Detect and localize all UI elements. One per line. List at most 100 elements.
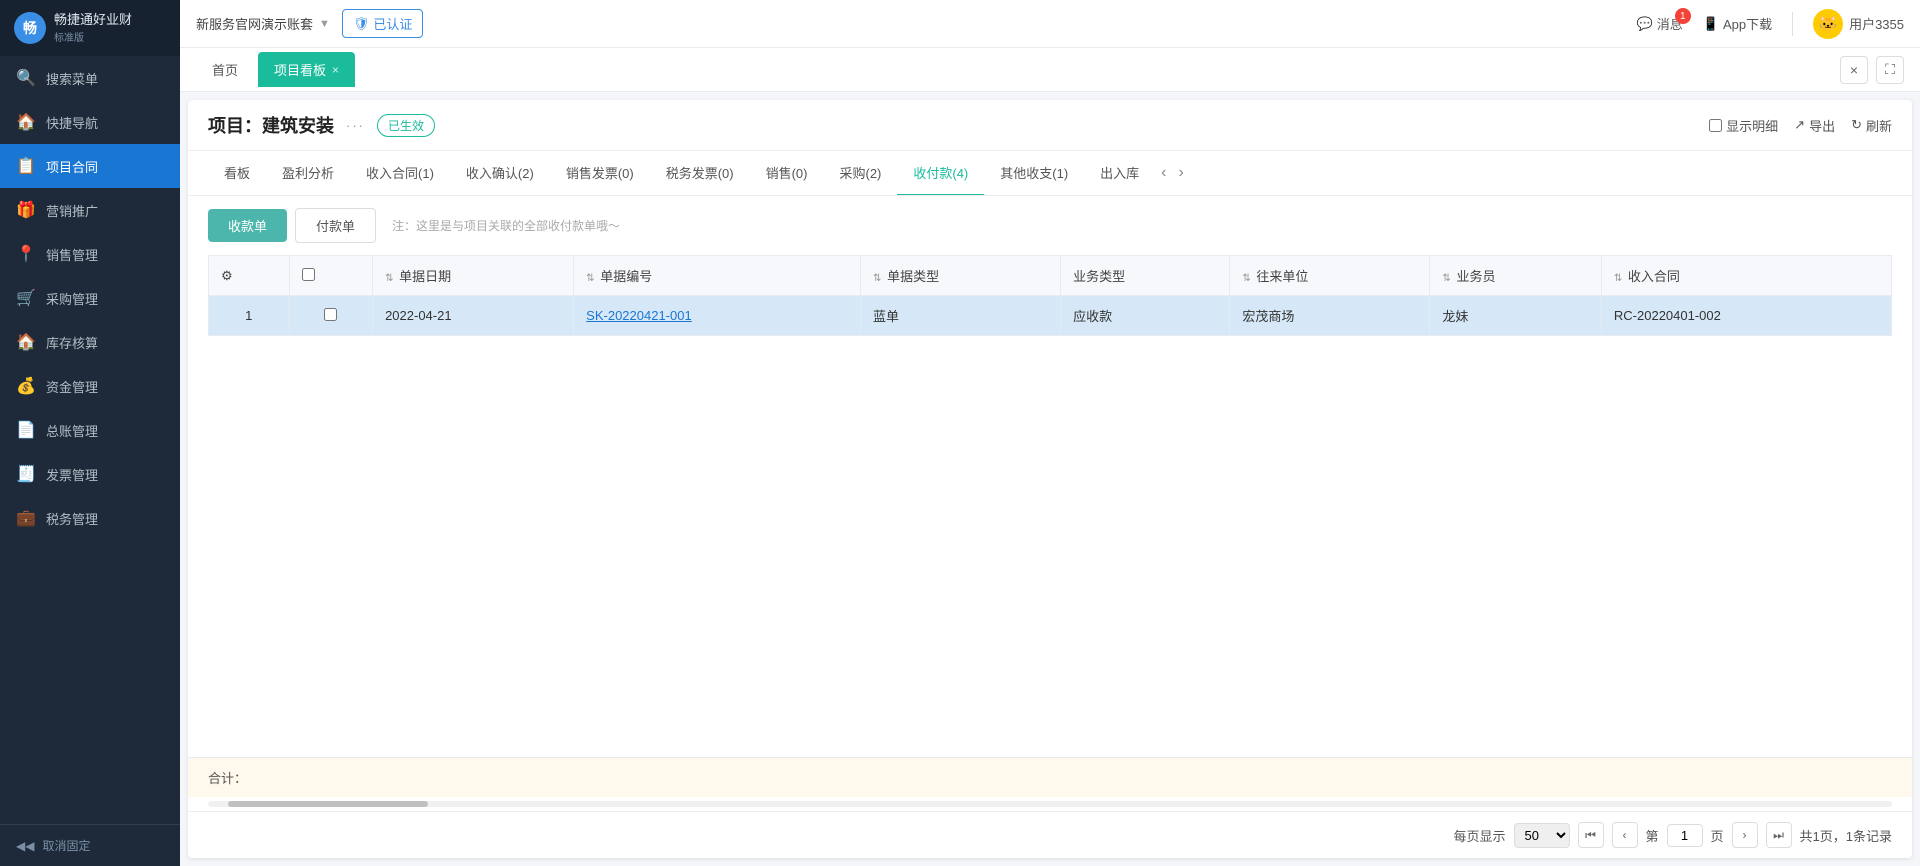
row-checkbox[interactable] [289, 296, 373, 336]
row-salesperson: 龙妹 [1430, 296, 1601, 336]
topbar-project-selector[interactable]: 新服务官网演示账套 ▼ [196, 14, 330, 33]
cart-icon: 🛒 [16, 288, 36, 308]
select-all-checkbox[interactable] [302, 268, 315, 281]
sidebar-label-tax: 税务管理 [46, 509, 98, 528]
export-button[interactable]: ↗ 导出 [1794, 116, 1835, 135]
scrollbar-thumb[interactable] [228, 801, 428, 807]
sidebar-item-tax[interactable]: 💼 税务管理 [0, 496, 180, 540]
messages-button[interactable]: 💬 消息 1 [1637, 14, 1683, 33]
pin-icon: 📍 [16, 244, 36, 264]
sidebar-item-ledger[interactable]: 📄 总账管理 [0, 408, 180, 452]
content-area: 项目：建筑安装 ··· 已生效 显示明细 ↗ 导出 ↻ 刷新 [188, 100, 1912, 858]
show-detail-input[interactable] [1709, 119, 1722, 132]
sort-icon-date: ⇅ [385, 273, 393, 284]
horizontal-scrollbar[interactable] [188, 797, 1912, 811]
payments-tab-button[interactable]: 付款单 [295, 208, 376, 243]
user-menu[interactable]: 🐱 用户3355 [1813, 9, 1904, 39]
subtab-note: 注：这里是与项目关联的全部收付款单哦～ [392, 217, 620, 234]
subnav-tax-invoice[interactable]: 税务发票(0) [650, 151, 750, 196]
subnav-prev-arrow[interactable]: ‹ [1155, 156, 1172, 190]
refresh-icon: ↻ [1851, 117, 1862, 133]
sidebar-item-sales[interactable]: 📍 销售管理 [0, 232, 180, 276]
subnav: 看板 盈利分析 收入合同(1) 收入确认(2) 销售发票(0) 税务发票(0) … [188, 151, 1912, 196]
certified-label: 已认证 [373, 14, 412, 33]
sort-icon-number: ⇅ [586, 273, 594, 284]
per-page-select[interactable]: 50 20 100 [1514, 823, 1570, 848]
sidebar-item-finance[interactable]: 💰 资金管理 [0, 364, 180, 408]
sidebar-label-shortcut: 快捷导航 [46, 113, 98, 132]
tab-project-board[interactable]: 项目看板 × [258, 52, 355, 87]
sidebar-label-marketing: 营销推广 [46, 201, 98, 220]
row-select-checkbox[interactable] [324, 308, 337, 321]
sidebar: 畅 畅捷通好业财 标准版 🔍 搜索菜单 🏠 快捷导航 📋 项目合同 🎁 营销推广… [0, 0, 180, 866]
th-settings[interactable]: ⚙ [209, 256, 290, 296]
expand-window-button[interactable]: ⛶ [1876, 56, 1904, 84]
row-number[interactable]: SK-20220421-001 [574, 296, 861, 336]
th-date[interactable]: ⇅ 单据日期 [373, 256, 574, 296]
sidebar-item-shortcut[interactable]: 🏠 快捷导航 [0, 100, 180, 144]
row-type: 蓝单 [861, 296, 1061, 336]
prev-page-button[interactable]: ‹ [1612, 822, 1638, 848]
sidebar-label-invoice: 发票管理 [46, 465, 98, 484]
shield-icon: 🛡 [353, 16, 370, 32]
show-detail-checkbox[interactable]: 显示明细 [1709, 116, 1778, 135]
table-wrapper: ⚙ ⇅ 单据日期 ⇅ 单据编号 ⇅ 单据类型 [188, 255, 1912, 757]
th-type[interactable]: ⇅ 单据类型 [861, 256, 1061, 296]
subnav-sales-invoice[interactable]: 销售发票(0) [550, 151, 650, 196]
receivables-tab-button[interactable]: 收款单 [208, 209, 287, 242]
sidebar-item-project[interactable]: 📋 项目合同 [0, 144, 180, 188]
sidebar-label-finance: 资金管理 [46, 377, 98, 396]
show-detail-label: 显示明细 [1726, 116, 1778, 135]
sidebar-unpin[interactable]: ◀◀ 取消固定 [0, 824, 180, 866]
th-biz-type: 业务类型 [1061, 256, 1230, 296]
page-input[interactable] [1667, 824, 1703, 847]
tab-project-board-label: 项目看板 [274, 60, 326, 79]
tab-home[interactable]: 首页 [196, 52, 254, 87]
subnav-purchase[interactable]: 采购(2) [823, 151, 897, 196]
more-options-button[interactable]: ··· [346, 118, 365, 133]
subnav-income-contract[interactable]: 收入合同(1) [350, 151, 450, 196]
project-name: 建筑安装 [262, 116, 334, 136]
th-partner[interactable]: ⇅ 往来单位 [1230, 256, 1430, 296]
sidebar-label-search: 搜索菜单 [46, 69, 98, 88]
tax-icon: 💼 [16, 508, 36, 528]
last-page-button[interactable]: ⏭ [1766, 822, 1792, 848]
subnav-inout[interactable]: 出入库 [1084, 151, 1155, 196]
page-suffix: 页 [1711, 826, 1724, 845]
subnav-other-income[interactable]: 其他收支(1) [984, 151, 1084, 196]
close-window-button[interactable]: × [1840, 56, 1868, 84]
th-number[interactable]: ⇅ 单据编号 [574, 256, 861, 296]
app-download-button[interactable]: 📱 App下载 [1703, 14, 1772, 33]
subnav-income-confirm[interactable]: 收入确认(2) [450, 151, 550, 196]
sidebar-item-marketing[interactable]: 🎁 营销推广 [0, 188, 180, 232]
subnav-profit[interactable]: 盈利分析 [266, 151, 350, 196]
close-tab-icon[interactable]: × [332, 63, 339, 77]
app-download-label: App下载 [1723, 14, 1772, 33]
sidebar-item-search[interactable]: 🔍 搜索菜单 [0, 56, 180, 100]
sidebar-item-purchase[interactable]: 🛒 采购管理 [0, 276, 180, 320]
main-area: 新服务官网演示账套 ▼ 🛡 已认证 💬 消息 1 📱 App下载 🐱 用户335… [180, 0, 1920, 866]
home-icon: 🏠 [16, 112, 36, 132]
message-icon: 💬 [1637, 16, 1653, 32]
table-footer: 合计： [188, 757, 1912, 797]
subnav-sales[interactable]: 销售(0) [750, 151, 824, 196]
refresh-button[interactable]: ↻ 刷新 [1851, 116, 1892, 135]
search-icon: 🔍 [16, 68, 36, 88]
th-salesperson[interactable]: ⇅ 业务员 [1430, 256, 1601, 296]
subnav-next-arrow[interactable]: › [1173, 156, 1190, 190]
user-label: 用户3355 [1849, 14, 1904, 33]
subnav-receivepay[interactable]: 收付款(4) [897, 151, 984, 196]
th-income-contract[interactable]: ⇅ 收入合同 [1601, 256, 1891, 296]
row-partner: 宏茂商场 [1230, 296, 1430, 336]
next-page-button[interactable]: › [1732, 822, 1758, 848]
subnav-kanban[interactable]: 看板 [208, 151, 266, 196]
first-page-button[interactable]: ⏮ [1578, 822, 1604, 848]
topbar-right: 💬 消息 1 📱 App下载 🐱 用户3355 [1637, 9, 1904, 39]
row-number-link[interactable]: SK-20220421-001 [586, 308, 692, 323]
sidebar-item-invoice[interactable]: 🧾 发票管理 [0, 452, 180, 496]
subtab-content: 收款单 付款单 注：这里是与项目关联的全部收付款单哦～ [188, 196, 1912, 255]
th-checkbox [289, 256, 373, 296]
sidebar-item-inventory[interactable]: 🏠 库存核算 [0, 320, 180, 364]
project-status-badge: 已生效 [377, 114, 435, 137]
row-biz-type: 应收款 [1061, 296, 1230, 336]
